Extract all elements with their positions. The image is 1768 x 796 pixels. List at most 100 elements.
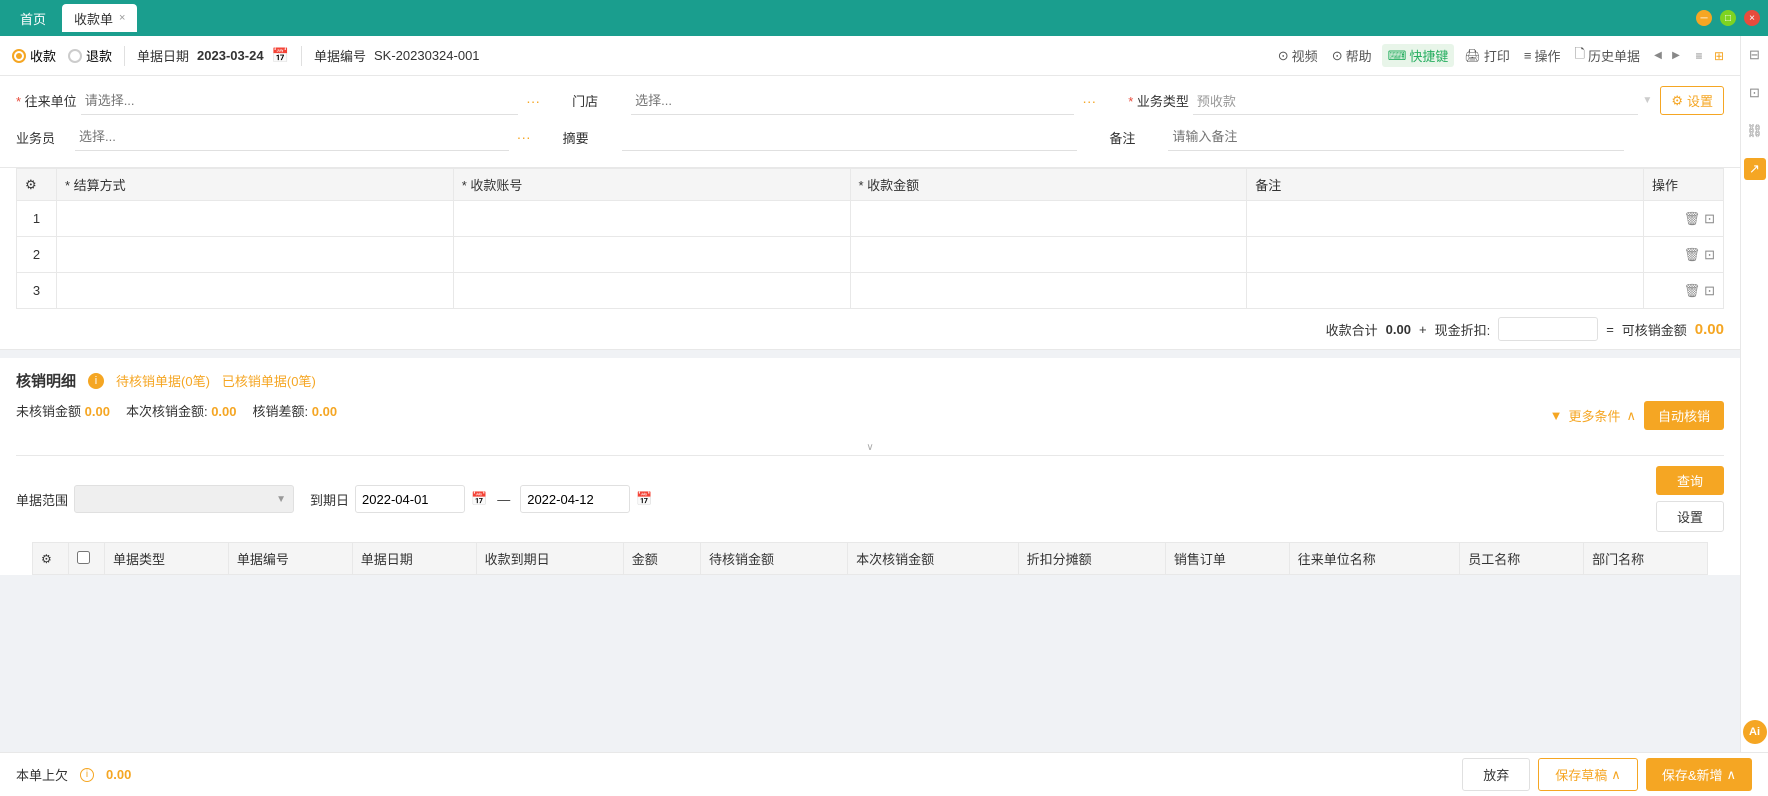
settings-button[interactable]: ⚙ 设置 xyxy=(1660,86,1724,115)
row3-delete-icon[interactable]: 🗑 xyxy=(1684,283,1701,299)
radio-receive[interactable]: 收款 xyxy=(12,46,56,65)
save-new-caret-icon[interactable]: ∧ xyxy=(1726,767,1736,783)
salesperson-more-icon[interactable]: ··· xyxy=(517,129,531,145)
filter-settings-button[interactable]: 设置 xyxy=(1656,501,1724,532)
save-new-button[interactable]: 保存&新增 ∧ xyxy=(1646,758,1752,791)
view-grid-icon[interactable]: ⊞ xyxy=(1710,47,1728,65)
sidebar-table-icon[interactable]: ⊟ xyxy=(1744,44,1766,66)
save-draft-button[interactable]: 保存草稿 ∧ xyxy=(1538,758,1638,791)
nav-next-icon[interactable]: ▶ xyxy=(1668,48,1684,64)
auto-writeoff-button[interactable]: 自动核销 xyxy=(1644,401,1724,430)
col-settings-icon[interactable]: ⚙ xyxy=(17,169,57,201)
shop-field: 门店 ··· xyxy=(572,87,1096,115)
writeoff-stats: 未核销金额 0.00 本次核销金额: 0.00 核销差额: 0.00 xyxy=(16,401,337,420)
window-maximize-button[interactable]: □ xyxy=(1720,10,1736,26)
tab-close-icon[interactable]: × xyxy=(119,12,125,24)
sidebar-layout-icon[interactable]: ⊡ xyxy=(1744,82,1766,104)
row3-amount[interactable] xyxy=(850,273,1247,309)
btcol-settings[interactable]: ⚙ xyxy=(33,543,69,575)
video-btn[interactable]: ⊙ 视频 xyxy=(1274,44,1322,67)
counterparty-label: 往来单位 xyxy=(16,91,77,110)
row1-remarks[interactable] xyxy=(1247,201,1644,237)
row2-amount[interactable] xyxy=(850,237,1247,273)
sep1 xyxy=(124,46,125,66)
ai-button[interactable]: Ai xyxy=(1743,720,1767,744)
btcol-checkbox[interactable] xyxy=(69,543,105,575)
btcol-discount: 折扣分摊额 xyxy=(1018,543,1165,575)
row2-remarks[interactable] xyxy=(1247,237,1644,273)
select-all-checkbox[interactable] xyxy=(77,551,90,564)
table-row: 1 🗑 ⊡ xyxy=(17,201,1724,237)
calendar-icon[interactable]: 📅 xyxy=(272,47,289,64)
remarks-input[interactable] xyxy=(1168,123,1624,151)
radio-refund[interactable]: 退款 xyxy=(68,46,112,65)
row2-copy-icon[interactable]: ⊡ xyxy=(1704,247,1715,263)
writeoff-info-icon[interactable]: i xyxy=(88,373,104,389)
pending-tab[interactable]: 待核销单据(0笔) xyxy=(116,371,210,390)
calendar-to-icon[interactable]: 📅 xyxy=(636,491,652,507)
print-btn[interactable]: 🖨 打印 xyxy=(1460,44,1514,67)
counterparty-more-icon[interactable]: ··· xyxy=(526,93,540,109)
query-button[interactable]: 查询 xyxy=(1656,466,1724,495)
due-date-from-input[interactable] xyxy=(355,485,465,513)
row3-remarks[interactable] xyxy=(1247,273,1644,309)
salesperson-input[interactable] xyxy=(75,123,509,151)
data-table: ⚙ * 结算方式 * 收款账号 * 收款金额 备注 操作 xyxy=(16,168,1724,309)
collapse-arrow[interactable]: ∨ xyxy=(16,440,1724,455)
tab-current[interactable]: 收款单 × xyxy=(62,4,137,32)
bill-range-select[interactable] xyxy=(74,485,294,513)
writeoff-header: 核销明细 i 待核销单据(0笔) 已核销单据(0笔) xyxy=(16,370,1724,391)
shop-more-icon[interactable]: ··· xyxy=(1082,93,1096,109)
due-date-to-input[interactable] xyxy=(520,485,630,513)
row2-account[interactable] xyxy=(453,237,850,273)
row3-account[interactable] xyxy=(453,273,850,309)
done-tab[interactable]: 已核销单据(0笔) xyxy=(222,371,316,390)
help-icon: ⊙ xyxy=(1332,48,1343,64)
row2-settle[interactable] xyxy=(57,237,454,273)
save-draft-caret-icon[interactable]: ∧ xyxy=(1611,767,1621,783)
row3-settle[interactable] xyxy=(57,273,454,309)
row3-copy-icon[interactable]: ⊡ xyxy=(1704,283,1715,299)
video-label: 视频 xyxy=(1292,46,1318,65)
row1-account[interactable] xyxy=(453,201,850,237)
table-section: ⚙ * 结算方式 * 收款账号 * 收款金额 备注 操作 xyxy=(0,168,1740,309)
sidebar-expand-icon[interactable]: ↗ xyxy=(1744,158,1766,180)
calendar-from-icon[interactable]: 📅 xyxy=(471,491,487,507)
counterparty-input[interactable] xyxy=(81,87,518,115)
more-conditions-btn[interactable]: ▼ 更多条件 ∧ xyxy=(1550,406,1636,425)
nav-prev-icon[interactable]: ◀ xyxy=(1650,48,1666,64)
sidebar-link-icon[interactable]: ⛓ xyxy=(1744,120,1766,142)
help-label: 帮助 xyxy=(1346,46,1372,65)
row1-delete-icon[interactable]: 🗑 xyxy=(1684,211,1701,227)
right-sidebar: ⊟ ⊡ ⛓ ↗ Ai xyxy=(1740,36,1768,752)
operations-btn[interactable]: ≡ 操作 xyxy=(1520,44,1565,67)
row1-copy-icon[interactable]: ⊡ xyxy=(1704,211,1715,227)
btcol-due-date: 收款到期日 xyxy=(476,543,623,575)
abandon-button[interactable]: 放弃 xyxy=(1462,758,1530,791)
view-list-icon[interactable]: ≡ xyxy=(1690,47,1708,65)
biz-type-caret-icon[interactable]: ▼ xyxy=(1642,95,1652,106)
tab-bar: 首页 收款单 × ─ □ × xyxy=(0,0,1768,36)
row-num-1: 1 xyxy=(17,201,57,237)
footer-info-icon[interactable]: i xyxy=(80,768,94,782)
row1-amount[interactable] xyxy=(850,201,1247,237)
shortcut-btn[interactable]: ⌨ 快捷键 xyxy=(1382,44,1455,67)
row2-delete-icon[interactable]: 🗑 xyxy=(1684,247,1701,263)
window-minimize-button[interactable]: ─ xyxy=(1696,10,1712,26)
bottom-table-section: ⚙ 单据类型 单据编号 单据日期 收款到期日 金额 待核销金额 本次核销金额 折… xyxy=(16,542,1724,575)
footer-label: 本单上欠 xyxy=(16,765,68,784)
tab-home[interactable]: 首页 xyxy=(8,4,58,32)
biz-type-input[interactable] xyxy=(1193,87,1639,115)
toolbar: 收款 退款 单据日期 2023-03-24 📅 单据编号 SK-20230324… xyxy=(0,36,1740,76)
row1-settle[interactable] xyxy=(57,201,454,237)
window-close-button[interactable]: × xyxy=(1744,10,1760,26)
shop-input[interactable] xyxy=(631,87,1074,115)
history-btn[interactable]: 🗋 历史单据 xyxy=(1571,43,1644,69)
summary-discount-input[interactable] xyxy=(1498,317,1598,341)
date-value: 2023-03-24 xyxy=(197,48,264,63)
radio-refund-dot xyxy=(68,49,82,63)
due-date-field: 到期日 📅 — 📅 xyxy=(310,485,652,513)
help-btn[interactable]: ⊙ 帮助 xyxy=(1328,44,1376,67)
summary-input[interactable] xyxy=(622,123,1078,151)
table-row: 2 🗑 ⊡ xyxy=(17,237,1724,273)
